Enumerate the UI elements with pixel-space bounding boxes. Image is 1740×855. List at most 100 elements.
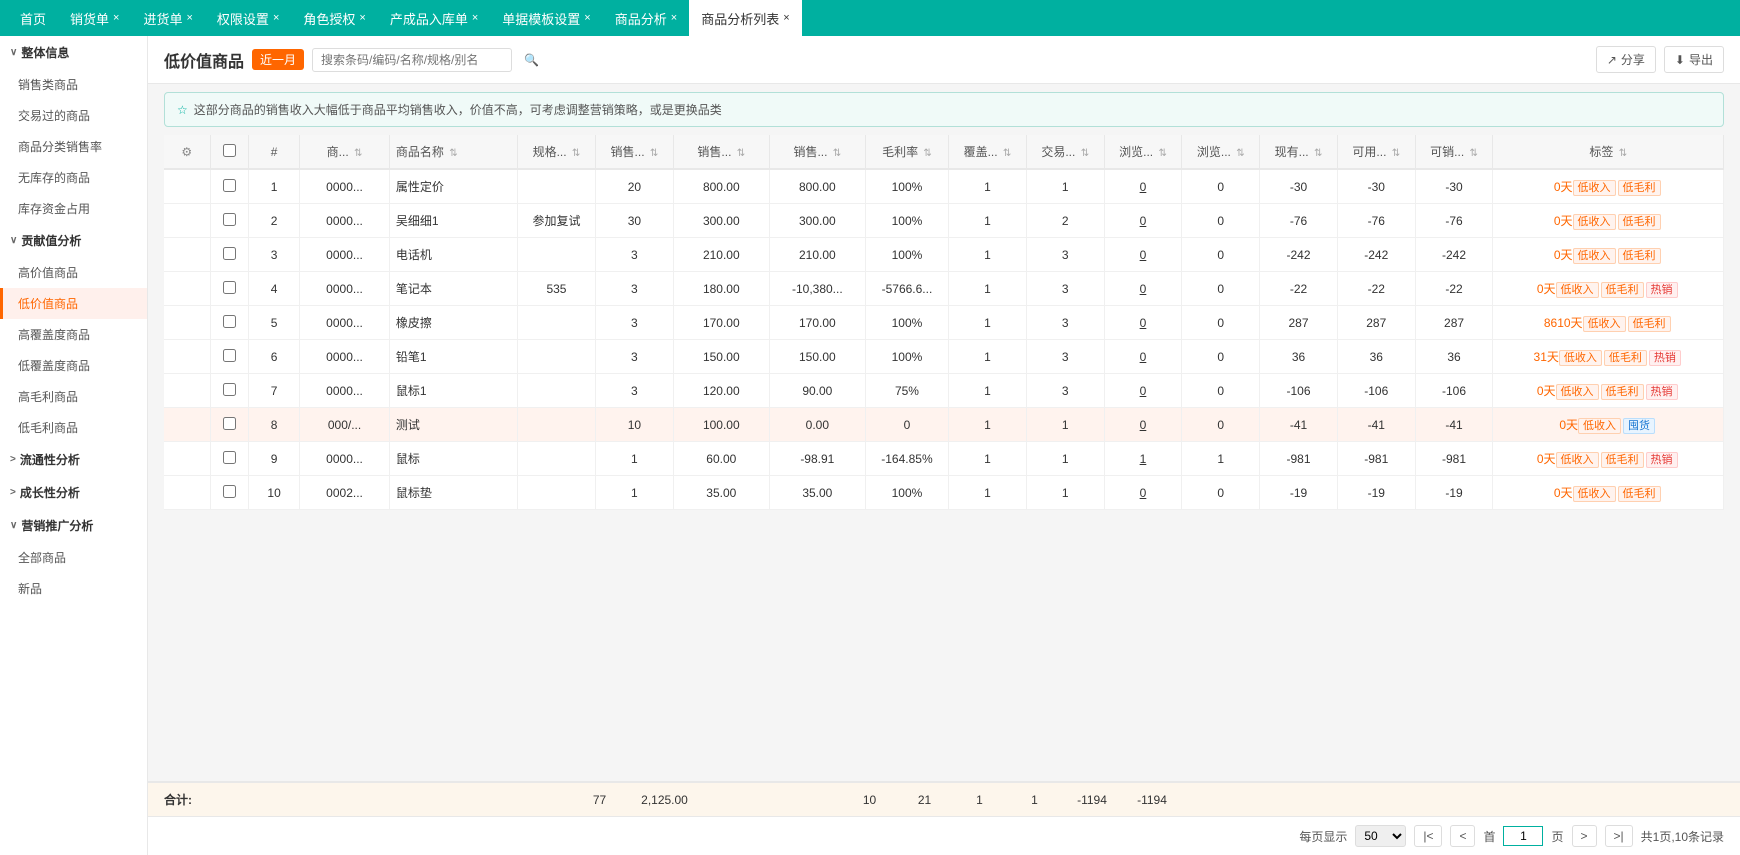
sidebar-item-category-rate[interactable]: 商品分类销售率 <box>0 131 147 162</box>
sidebar-group-marketing[interactable]: ∨ 营销推广分析 <box>0 509 147 542</box>
cell-browse1[interactable]: 0 <box>1104 204 1182 238</box>
row-checkbox[interactable] <box>223 451 236 464</box>
browse1-value[interactable]: 0 <box>1140 282 1147 296</box>
col-gear[interactable]: ⚙ <box>164 135 210 169</box>
col-saleamt-header[interactable]: 销售... ⇅ <box>673 135 769 169</box>
col-browse1-header[interactable]: 浏览... ⇅ <box>1104 135 1182 169</box>
filter-month-button[interactable]: 近一月 <box>252 49 304 70</box>
cell-checkbox[interactable] <box>210 238 248 272</box>
nav-purchase[interactable]: 进货单 × <box>131 0 204 36</box>
browse1-value[interactable]: 0 <box>1140 350 1147 364</box>
row-checkbox[interactable] <box>223 383 236 396</box>
sidebar-item-high-value[interactable]: 高价值商品 <box>0 257 147 288</box>
cell-browse1[interactable]: 0 <box>1104 408 1182 442</box>
col-cost-header[interactable]: 销售... ⇅ <box>769 135 865 169</box>
col-avail-header[interactable]: 可用... ⇅ <box>1337 135 1415 169</box>
cell-browse1[interactable]: 0 <box>1104 169 1182 204</box>
col-browse2-header[interactable]: 浏览... ⇅ <box>1182 135 1260 169</box>
sidebar-item-sales-goods[interactable]: 销售类商品 <box>0 69 147 100</box>
cell-browse1[interactable]: 0 <box>1104 272 1182 306</box>
col-tags-header[interactable]: 标签 ⇅ <box>1493 135 1724 169</box>
browse1-value[interactable]: 0 <box>1140 316 1147 330</box>
table-wrapper[interactable]: ⚙ # 商... ⇅ 商品名称 ⇅ 规格... ⇅ 销售... ⇅ 销售... … <box>164 135 1724 781</box>
cell-browse1[interactable]: 1 <box>1104 442 1182 476</box>
close-goodsanalysis-icon[interactable]: × <box>671 12 677 24</box>
nav-goods-analysis[interactable]: 商品分析 × <box>603 0 689 36</box>
col-code-header[interactable]: 商... ⇅ <box>300 135 390 169</box>
sidebar-item-low-value[interactable]: 低价值商品 <box>0 288 147 319</box>
cell-browse1[interactable]: 0 <box>1104 238 1182 272</box>
col-trade-header[interactable]: 交易... ⇅ <box>1026 135 1104 169</box>
browse1-value[interactable]: 0 <box>1140 214 1147 228</box>
cell-checkbox[interactable] <box>210 442 248 476</box>
row-checkbox[interactable] <box>223 485 236 498</box>
col-checkbox-header[interactable] <box>210 135 248 169</box>
nav-templates[interactable]: 单据模板设置 × <box>490 0 602 36</box>
browse1-value[interactable]: 0 <box>1140 418 1147 432</box>
last-page-button[interactable]: >| <box>1605 825 1633 847</box>
browse1-value[interactable]: 0 <box>1140 180 1147 194</box>
sidebar-group-contribution[interactable]: ∨ 贡献值分析 <box>0 224 147 257</box>
close-permissions-icon[interactable]: × <box>273 12 279 24</box>
sidebar-item-low-profit[interactable]: 低毛利商品 <box>0 412 147 443</box>
row-checkbox[interactable] <box>223 247 236 260</box>
close-templates-icon[interactable]: × <box>584 12 590 24</box>
row-checkbox[interactable] <box>223 417 236 430</box>
sidebar-item-stock-capital[interactable]: 库存资金占用 <box>0 193 147 224</box>
sidebar-group-flow[interactable]: > 流通性分析 <box>0 443 147 476</box>
gear-icon[interactable]: ⚙ <box>181 145 192 159</box>
col-name-header[interactable]: 商品名称 ⇅ <box>389 135 517 169</box>
sidebar-item-low-coverage[interactable]: 低覆盖度商品 <box>0 350 147 381</box>
cell-checkbox[interactable] <box>210 204 248 238</box>
nav-roles[interactable]: 角色授权 × <box>291 0 377 36</box>
col-cover-header[interactable]: 覆盖... ⇅ <box>949 135 1027 169</box>
col-sell-header[interactable]: 可销... ⇅ <box>1415 135 1493 169</box>
browse1-value[interactable]: 0 <box>1140 384 1147 398</box>
sidebar-item-all-goods[interactable]: 全部商品 <box>0 542 147 573</box>
browse1-value[interactable]: 0 <box>1140 486 1147 500</box>
row-checkbox[interactable] <box>223 179 236 192</box>
nav-permissions[interactable]: 权限设置 × <box>205 0 291 36</box>
cell-checkbox[interactable] <box>210 476 248 510</box>
cell-browse1[interactable]: 0 <box>1104 476 1182 510</box>
browse1-value[interactable]: 1 <box>1140 452 1147 466</box>
close-roles-icon[interactable]: × <box>359 12 365 24</box>
cell-browse1[interactable]: 0 <box>1104 306 1182 340</box>
page-number-input[interactable] <box>1503 826 1543 846</box>
col-spec-header[interactable]: 规格... ⇅ <box>517 135 595 169</box>
col-gross-header[interactable]: 毛利率 ⇅ <box>865 135 948 169</box>
nav-sales[interactable]: 销货单 × <box>58 0 131 36</box>
share-button[interactable]: ↗ 分享 <box>1596 46 1656 73</box>
row-checkbox[interactable] <box>223 213 236 226</box>
row-checkbox[interactable] <box>223 349 236 362</box>
search-icon[interactable]: 🔍 <box>524 53 539 67</box>
nav-goods-analysis-list[interactable]: 商品分析列表 × <box>689 0 801 36</box>
export-button[interactable]: ⬇ 导出 <box>1664 46 1724 73</box>
cell-checkbox[interactable] <box>210 340 248 374</box>
cell-checkbox[interactable] <box>210 169 248 204</box>
sidebar-item-new-goods[interactable]: 新品 <box>0 573 147 604</box>
nav-products[interactable]: 产成品入库单 × <box>378 0 490 36</box>
prev-page-button[interactable]: < <box>1450 825 1475 847</box>
row-checkbox[interactable] <box>223 281 236 294</box>
col-current-header[interactable]: 现有... ⇅ <box>1260 135 1338 169</box>
sidebar-group-growth[interactable]: > 成长性分析 <box>0 476 147 509</box>
cell-checkbox[interactable] <box>210 306 248 340</box>
close-products-icon[interactable]: × <box>472 12 478 24</box>
cell-checkbox[interactable] <box>210 408 248 442</box>
browse1-value[interactable]: 0 <box>1140 248 1147 262</box>
sidebar-item-high-coverage[interactable]: 高覆盖度商品 <box>0 319 147 350</box>
next-page-button[interactable]: > <box>1572 825 1597 847</box>
col-qty-header[interactable]: 销售... ⇅ <box>596 135 674 169</box>
cell-browse1[interactable]: 0 <box>1104 340 1182 374</box>
sidebar-group-overall[interactable]: ∨ 整体信息 <box>0 36 147 69</box>
page-size-select[interactable]: 50 10 20 100 <box>1355 825 1406 847</box>
close-sales-icon[interactable]: × <box>113 12 119 24</box>
sidebar-item-no-stock[interactable]: 无库存的商品 <box>0 162 147 193</box>
cell-checkbox[interactable] <box>210 374 248 408</box>
close-purchase-icon[interactable]: × <box>186 12 192 24</box>
search-input[interactable] <box>312 48 512 72</box>
sidebar-item-traded-goods[interactable]: 交易过的商品 <box>0 100 147 131</box>
cell-browse1[interactable]: 0 <box>1104 374 1182 408</box>
sidebar-item-high-profit[interactable]: 高毛利商品 <box>0 381 147 412</box>
